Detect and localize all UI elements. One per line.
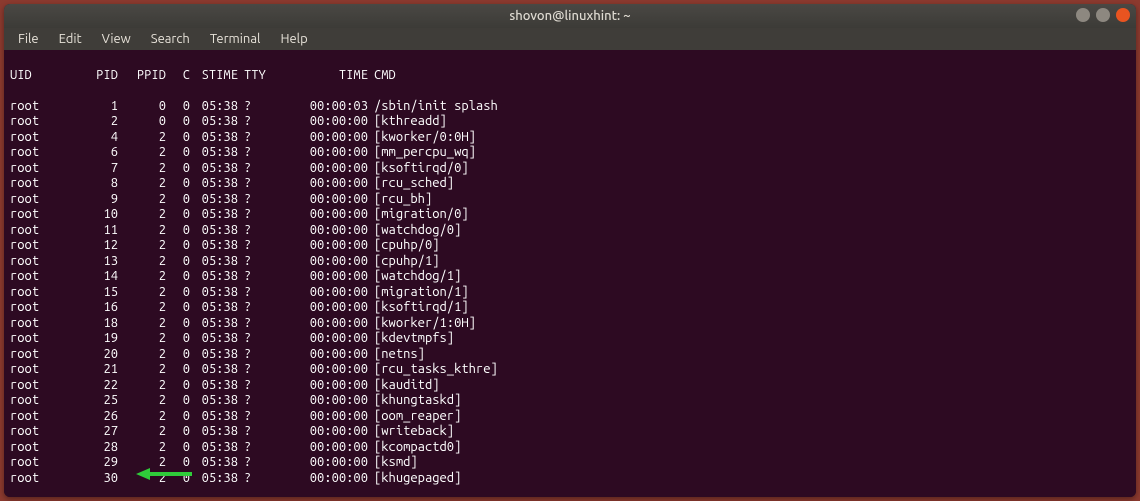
menu-file[interactable]: File [10,30,47,48]
menu-terminal[interactable]: Terminal [202,30,269,48]
process-row: root212005:38?00:00:00[rcu_tasks_kthre] [10,362,1130,378]
ps-header: UIDPIDPPIDCSTIMETTYTIMECMD [10,68,1130,84]
process-row: root82005:38?00:00:00[rcu_sched] [10,176,1130,192]
process-row: root292005:38?00:00:00[ksmd] [10,455,1130,471]
process-row: root182005:38?00:00:00[kworker/1:0H] [10,316,1130,332]
minimize-button[interactable] [1076,8,1090,22]
process-row: root42005:38?00:00:00[kworker/0:0H] [10,130,1130,146]
process-row: root122005:38?00:00:00[cpuhp/0] [10,238,1130,254]
process-row: root262005:38?00:00:00[oom_reaper] [10,409,1130,425]
close-button[interactable] [1116,8,1130,22]
process-row: root142005:38?00:00:00[watchdog/1] [10,269,1130,285]
process-row: root132005:38?00:00:00[cpuhp/1] [10,254,1130,270]
process-row: root20005:38?00:00:00[kthreadd] [10,114,1130,130]
process-row: root252005:38?00:00:00[khungtaskd] [10,393,1130,409]
menu-view[interactable]: View [94,30,139,48]
menu-search[interactable]: Search [143,30,198,48]
process-row: root222005:38?00:00:00[kauditd] [10,378,1130,394]
process-row: root282005:38?00:00:00[kcompactd0] [10,440,1130,456]
menu-edit[interactable]: Edit [51,30,90,48]
process-row: root10005:38?00:00:03/sbin/init splash [10,99,1130,115]
process-row: root102005:38?00:00:00[migration/0] [10,207,1130,223]
menubar: File Edit View Search Terminal Help [4,28,1136,50]
window-controls [1076,8,1130,22]
process-row: root302005:38?00:00:00[khugepaged] [10,471,1130,487]
process-row: root72005:38?00:00:00[ksoftirqd/0] [10,161,1130,177]
process-row: root92005:38?00:00:00[rcu_bh] [10,192,1130,208]
titlebar[interactable]: shovon@linuxhint: ~ [4,4,1136,28]
process-row: root152005:38?00:00:00[migration/1] [10,285,1130,301]
process-row: root162005:38?00:00:00[ksoftirqd/1] [10,300,1130,316]
process-row: root112005:38?00:00:00[watchdog/0] [10,223,1130,239]
process-row: root62005:38?00:00:00[mm_percpu_wq] [10,145,1130,161]
window-title: shovon@linuxhint: ~ [509,9,630,23]
terminal-window: shovon@linuxhint: ~ File Edit View Searc… [4,4,1136,497]
terminal-output[interactable]: UIDPIDPPIDCSTIMETTYTIMECMD root10005:38?… [4,50,1136,497]
menu-help[interactable]: Help [272,30,315,48]
process-row: root272005:38?00:00:00[writeback] [10,424,1130,440]
maximize-button[interactable] [1096,8,1110,22]
process-row: root202005:38?00:00:00[netns] [10,347,1130,363]
process-row: root192005:38?00:00:00[kdevtmpfs] [10,331,1130,347]
